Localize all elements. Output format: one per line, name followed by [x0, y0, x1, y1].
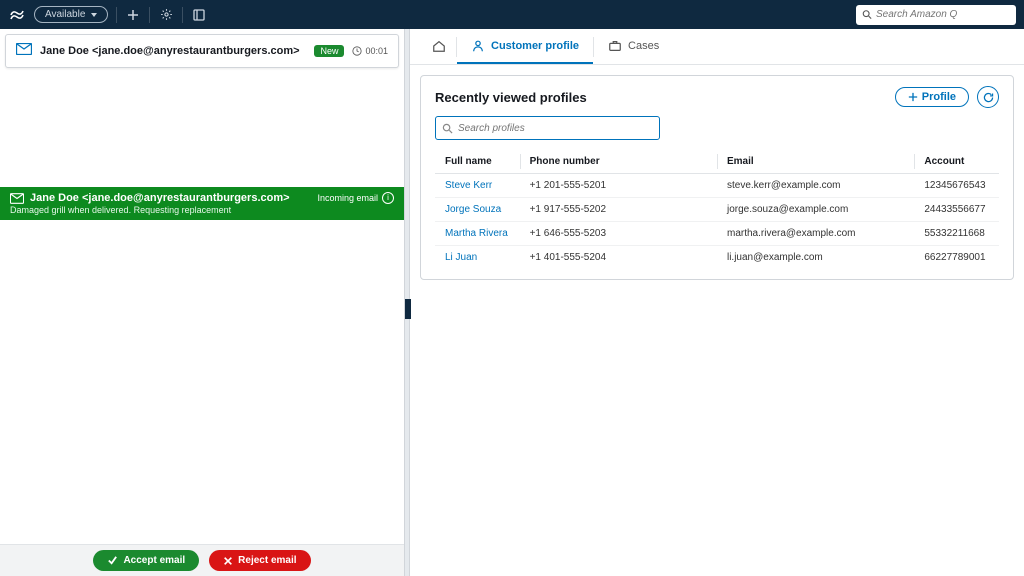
left-pane: Jane Doe <jane.doe@anyrestaurantburgers.…: [0, 29, 404, 576]
refresh-icon: [982, 91, 995, 104]
cell-phone: +1 646-555-5203: [520, 222, 717, 246]
contact-title: Jane Doe <jane.doe@anyrestaurantburgers.…: [40, 45, 306, 57]
tab-cases[interactable]: Cases: [594, 29, 673, 64]
card-title: Recently viewed profiles: [435, 90, 587, 105]
cell-phone: +1 201-555-5201: [520, 174, 717, 198]
global-search-input[interactable]: [876, 9, 1010, 20]
settings-button[interactable]: [158, 7, 174, 23]
search-profiles-input[interactable]: [458, 123, 653, 134]
profile-name-link[interactable]: Jorge Souza: [445, 204, 501, 215]
col-full-name: Full name: [435, 150, 520, 174]
reject-email-button[interactable]: Reject email: [209, 550, 310, 571]
cell-phone: +1 917-555-5202: [520, 198, 717, 222]
person-icon: [471, 39, 485, 53]
add-button[interactable]: [125, 7, 141, 23]
table-row: Martha Rivera +1 646-555-5203martha.river…: [435, 222, 999, 246]
create-profile-button[interactable]: Profile: [895, 87, 969, 107]
refresh-button[interactable]: [977, 86, 999, 108]
check-icon: [107, 555, 118, 566]
tab-customer-profile[interactable]: Customer profile: [457, 29, 593, 64]
divider: [182, 7, 183, 23]
cell-email: jorge.souza@example.com: [717, 198, 914, 222]
agent-status-label: Available: [45, 9, 85, 20]
col-account: Account: [914, 150, 999, 174]
cell-account: 12345676543: [914, 174, 999, 198]
table-row: Li Juan +1 401-555-5204li.juan@example.co…: [435, 246, 999, 270]
chevron-down-icon: [91, 13, 97, 17]
new-badge: New: [314, 45, 344, 57]
clock-icon: [352, 46, 362, 56]
cell-email: li.juan@example.com: [717, 246, 914, 270]
envelope-icon: [10, 193, 24, 204]
cell-phone: +1 401-555-5204: [520, 246, 717, 270]
profile-name-link[interactable]: Steve Kerr: [445, 180, 492, 191]
profile-name-link[interactable]: Li Juan: [445, 252, 477, 263]
top-bar: Available: [0, 0, 1024, 29]
incoming-subtitle: Damaged grill when delivered. Requesting…: [10, 205, 394, 215]
pane-resize-handle[interactable]: [404, 29, 410, 576]
plus-icon: [908, 92, 918, 102]
cell-account: 55332211668: [914, 222, 999, 246]
app-logo-icon: [8, 6, 26, 24]
right-pane: Customer profile Cases Recently viewed p…: [410, 29, 1024, 576]
contact-timer: 00:01: [352, 46, 388, 56]
cell-email: martha.rivera@example.com: [717, 222, 914, 246]
home-icon: [432, 39, 446, 53]
cell-account: 66227789001: [914, 246, 999, 270]
table-row: Jorge Souza +1 917-555-5202jorge.souza@ex…: [435, 198, 999, 222]
info-icon[interactable]: i: [382, 192, 394, 204]
agent-status-dropdown[interactable]: Available: [34, 6, 108, 23]
search-icon: [442, 123, 453, 134]
divider: [116, 7, 117, 23]
col-phone: Phone number: [520, 150, 717, 174]
envelope-icon: [16, 43, 32, 59]
close-icon: [223, 556, 233, 566]
search-icon: [862, 9, 872, 20]
accept-email-button[interactable]: Accept email: [93, 550, 199, 571]
tab-label: Customer profile: [491, 40, 579, 52]
table-header-row: Full name Phone number Email Account: [435, 150, 999, 174]
global-search[interactable]: [856, 5, 1016, 25]
table-row: Steve Kerr +1 201-555-5201steve.kerr@exam…: [435, 174, 999, 198]
incoming-contact-bar: Jane Doe <jane.doe@anyrestaurantburgers.…: [0, 187, 404, 220]
divider: [149, 7, 150, 23]
briefcase-icon: [608, 39, 622, 53]
cell-account: 24433556677: [914, 198, 999, 222]
profile-name-link[interactable]: Martha Rivera: [445, 228, 508, 239]
profiles-table: Full name Phone number Email Account Ste…: [435, 150, 999, 269]
search-profiles[interactable]: [435, 116, 660, 140]
col-email: Email: [717, 150, 914, 174]
tab-bar: Customer profile Cases: [410, 29, 1024, 65]
tab-home[interactable]: [422, 29, 456, 64]
incoming-title: Jane Doe <jane.doe@anyrestaurantburgers.…: [30, 192, 290, 204]
tab-label: Cases: [628, 40, 659, 52]
cell-email: steve.kerr@example.com: [717, 174, 914, 198]
contact-card[interactable]: Jane Doe <jane.doe@anyrestaurantburgers.…: [5, 34, 399, 68]
panel-toggle-button[interactable]: [191, 7, 207, 23]
action-bar: Accept email Reject email: [0, 544, 404, 576]
recent-profiles-card: Recently viewed profiles Profile: [420, 75, 1014, 280]
incoming-label: Incoming email: [317, 193, 378, 203]
